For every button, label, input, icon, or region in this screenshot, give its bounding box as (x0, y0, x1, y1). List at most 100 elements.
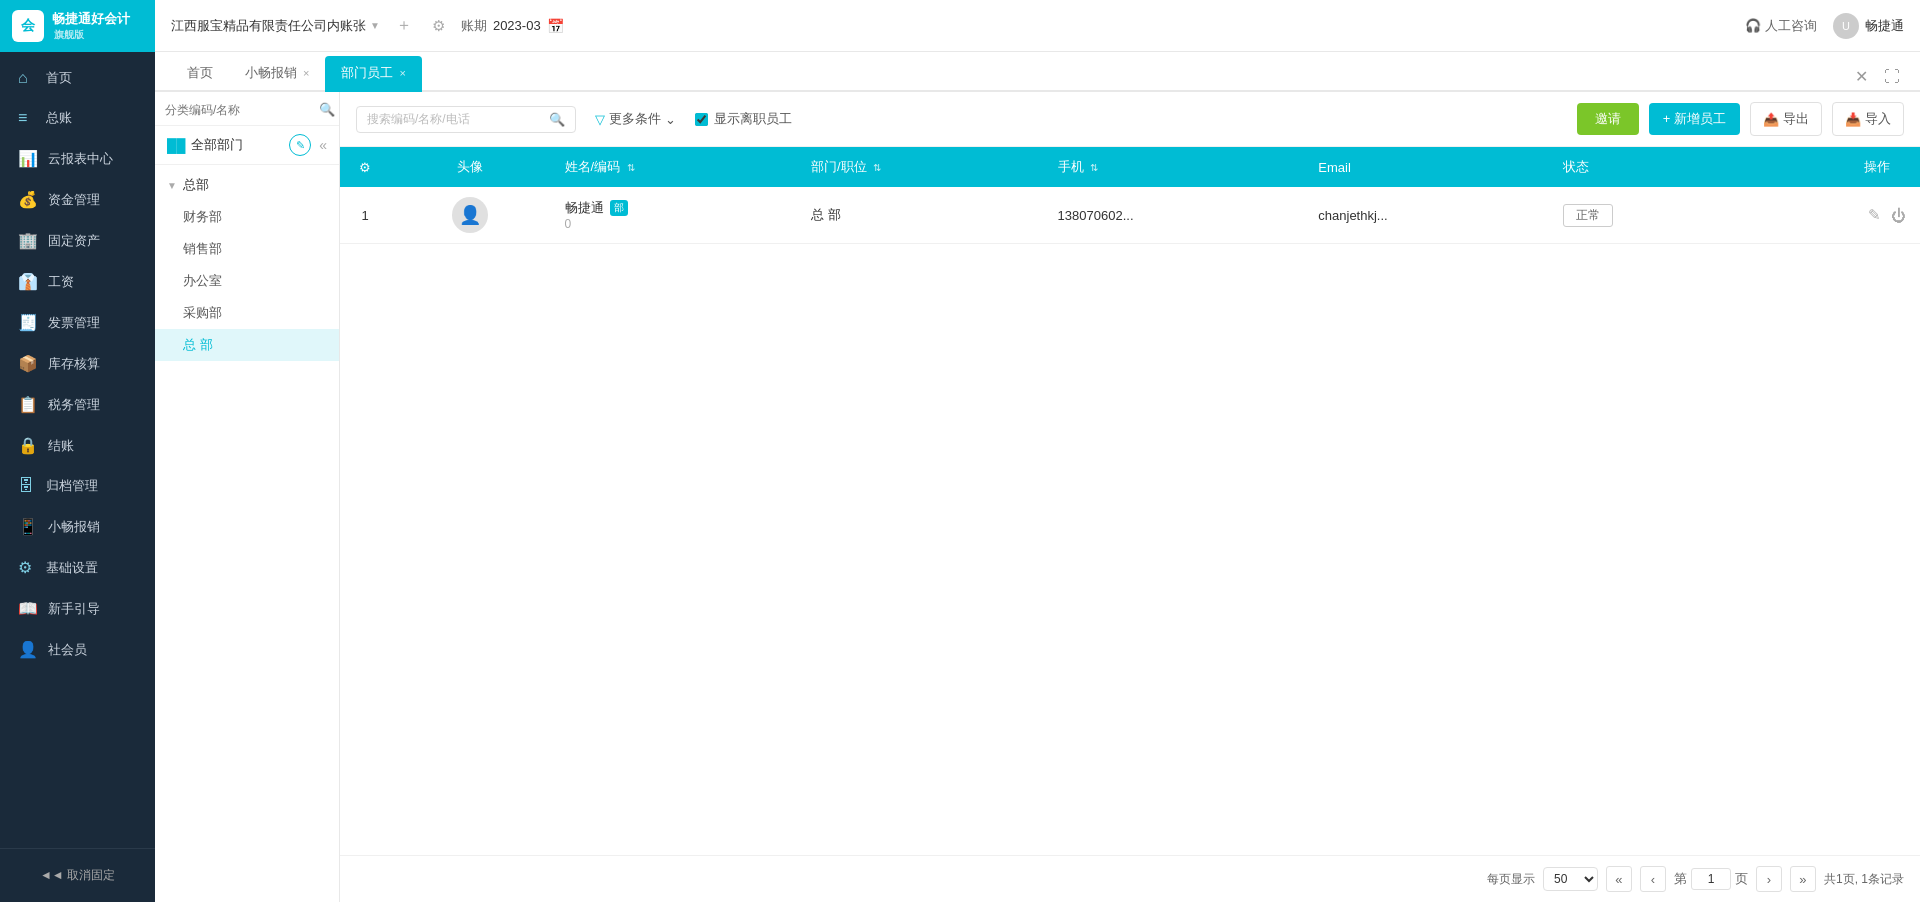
close-tab-icon[interactable]: ✕ (1851, 63, 1872, 90)
col-email-label: Email (1318, 160, 1351, 175)
tab-home[interactable]: 首页 (171, 56, 229, 92)
col-action-label: 操作 (1864, 159, 1890, 174)
tab-expense-close-icon[interactable]: × (303, 67, 309, 79)
settings-icon: ⚙ (18, 558, 36, 577)
more-filter-button[interactable]: ▽ 更多条件 ⌄ (586, 105, 685, 133)
user-menu[interactable]: U 畅捷通 (1833, 13, 1904, 39)
avatar-image: 👤 (452, 197, 488, 233)
guide-icon: 📖 (18, 599, 38, 618)
sidebar-item-expense[interactable]: 📱 小畅报销 (0, 506, 155, 547)
table-row: 1 👤 畅捷通 部 0 (340, 187, 1920, 244)
sidebar-item-guide[interactable]: 📖 新手引导 (0, 588, 155, 629)
sidebar-item-tax[interactable]: 📋 税务管理 (0, 384, 155, 425)
dept-search-icon: 🔍 (319, 102, 335, 117)
sidebar-item-reports-label: 云报表中心 (48, 150, 113, 168)
import-button[interactable]: 📥 导入 (1832, 102, 1904, 136)
sidebar-item-assets-label: 固定资产 (48, 232, 100, 250)
next-page-button[interactable]: › (1756, 866, 1782, 892)
sidebar-item-invoice[interactable]: 🧾 发票管理 (0, 302, 155, 343)
tab-dept-employee-close-icon[interactable]: × (399, 67, 405, 79)
dept-panel: 🔍 ██ 全部部门 ✎ « ▼ 总部 财务部 (155, 92, 340, 902)
last-page-button[interactable]: » (1790, 866, 1816, 892)
sidebar-item-reports[interactable]: 📊 云报表中心 (0, 138, 155, 179)
sidebar-item-inventory[interactable]: 📦 库存核算 (0, 343, 155, 384)
dept-caigou-label: 采购部 (183, 304, 222, 322)
dept-node-bangongshi[interactable]: 办公室 (155, 265, 339, 297)
dept-all-label: 全部部门 (191, 136, 243, 154)
sidebar-item-expense-label: 小畅报销 (48, 518, 100, 536)
dept-edit-button[interactable]: ✎ (289, 134, 311, 156)
ledger-icon: ≡ (18, 109, 36, 127)
dept-node-zongbu-child[interactable]: 总 部 (155, 329, 339, 361)
tab-expense[interactable]: 小畅报销 × (229, 56, 325, 92)
per-page-select[interactable]: 50 20 100 (1543, 867, 1598, 891)
dept-collapse-icon[interactable]: « (319, 137, 327, 153)
row-status-cell: 正常 (1549, 187, 1745, 244)
dept-node-caiwu[interactable]: 财务部 (155, 201, 339, 233)
home-icon: ⌂ (18, 69, 36, 87)
dept-node-xiaoshou[interactable]: 销售部 (155, 233, 339, 265)
content-area: 🔍 ██ 全部部门 ✎ « ▼ 总部 财务部 (155, 92, 1920, 902)
sidebar-item-archive-label: 归档管理 (46, 477, 98, 495)
period-value: 2023-03 (493, 18, 541, 33)
headset-icon: 🎧 (1745, 18, 1761, 33)
row-index: 1 (340, 187, 390, 244)
dept-node-caigou[interactable]: 采购部 (155, 297, 339, 329)
dept-node-zongbu-parent[interactable]: ▼ 总部 (155, 169, 339, 201)
settings-gear-icon[interactable]: ⚙ (428, 13, 449, 39)
invite-button[interactable]: 邀请 (1577, 103, 1639, 135)
salary-icon: 👔 (18, 272, 38, 291)
col-avatar: 头像 (390, 147, 551, 187)
import-icon: 📥 (1845, 112, 1861, 127)
row-name-cell: 畅捷通 部 0 (551, 187, 798, 244)
col-avatar-label: 头像 (457, 159, 483, 174)
company-selector[interactable]: 江西服宝精品有限责任公司内账张 ▼ (171, 17, 380, 35)
first-page-button[interactable]: « (1606, 866, 1632, 892)
sidebar-item-fund[interactable]: 💰 资金管理 (0, 179, 155, 220)
sidebar-item-close[interactable]: 🔒 结账 (0, 425, 155, 466)
calendar-icon: 📅 (547, 18, 564, 34)
export-button[interactable]: 📤 导出 (1750, 102, 1822, 136)
dept-search-bar: 🔍 (155, 92, 339, 126)
expense-icon: 📱 (18, 517, 38, 536)
col-dept[interactable]: 部门/职位 ⇅ (797, 147, 1044, 187)
emp-name: 畅捷通 (565, 199, 604, 217)
add-company-button[interactable]: ＋ (392, 11, 416, 40)
show-resign-checkbox[interactable] (695, 113, 708, 126)
dept-header-actions: ✎ « (289, 134, 327, 156)
add-employee-button[interactable]: + 新增员工 (1649, 103, 1740, 135)
sidebar-item-home[interactable]: ⌂ 首页 (0, 58, 155, 98)
maximize-tab-icon[interactable]: ⛶ (1880, 64, 1904, 90)
col-settings[interactable]: ⚙ (340, 147, 390, 187)
dept-sort-icon: ⇅ (873, 162, 881, 173)
sidebar-item-archive[interactable]: 🗄 归档管理 (0, 466, 155, 506)
support-button[interactable]: 🎧 人工咨询 (1745, 17, 1817, 35)
row-dept-cell: 总 部 (797, 187, 1044, 244)
assets-icon: 🏢 (18, 231, 38, 250)
cancel-fixed-button[interactable]: ◄◄ 取消固定 (0, 859, 155, 892)
sidebar-item-ledger[interactable]: ≡ 总账 (0, 98, 155, 138)
period-selector[interactable]: 账期 2023-03 📅 (461, 17, 564, 35)
emp-search-input[interactable] (367, 112, 543, 126)
sidebar-item-member[interactable]: 👤 社会员 (0, 629, 155, 670)
edit-employee-button[interactable]: ✎ (1868, 206, 1881, 224)
phone-sort-icon: ⇅ (1090, 162, 1098, 173)
logout-employee-button[interactable]: ⏻ (1891, 207, 1906, 224)
col-phone[interactable]: 手机 ⇅ (1044, 147, 1305, 187)
sidebar-item-assets[interactable]: 🏢 固定资产 (0, 220, 155, 261)
sidebar-item-salary[interactable]: 👔 工资 (0, 261, 155, 302)
sidebar-item-home-label: 首页 (46, 69, 72, 87)
tab-dept-employee[interactable]: 部门员工 × (325, 56, 421, 92)
dept-search-input[interactable] (165, 103, 315, 117)
dept-zongbu-label: 总 部 (183, 336, 213, 354)
sidebar-logo: 会 畅捷通好会计 旗舰版 (0, 0, 155, 52)
col-name[interactable]: 姓名/编码 ⇅ (551, 147, 798, 187)
sidebar-item-ledger-label: 总账 (46, 109, 72, 127)
sidebar-item-settings[interactable]: ⚙ 基础设置 (0, 547, 155, 588)
emp-search-bar: 🔍 (356, 106, 576, 133)
tax-icon: 📋 (18, 395, 38, 414)
prev-page-button[interactable]: ‹ (1640, 866, 1666, 892)
dept-all-header: ██ 全部部门 ✎ « (155, 126, 339, 165)
page-number-input[interactable] (1691, 868, 1731, 890)
emp-search-icon: 🔍 (549, 112, 565, 127)
